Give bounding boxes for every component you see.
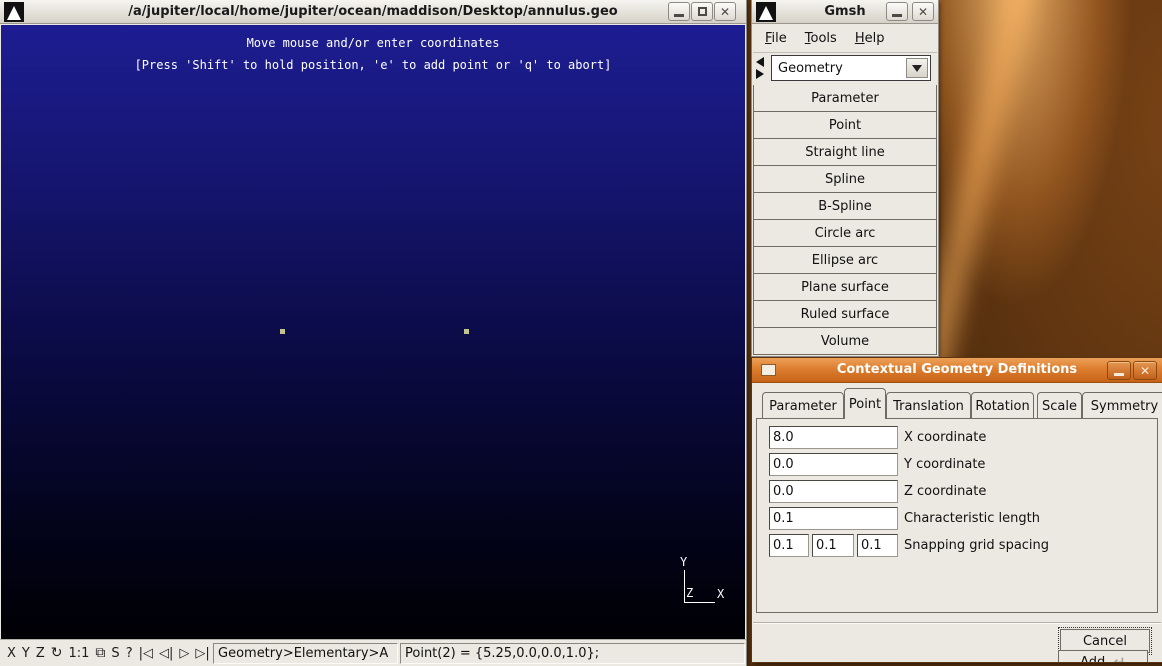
close-icon: ✕ xyxy=(918,6,928,18)
anim-play-icon[interactable]: ▷ xyxy=(179,646,189,661)
help-button[interactable]: ? xyxy=(126,646,133,661)
chevron-down-icon xyxy=(912,65,922,72)
canvas-hint-line1: Move mouse and/or enter coordinates xyxy=(1,36,745,50)
statusbar: X Y Z ↻ 1:1 ⧉ S ? |◁ ◁| ▷ ▷| Geometry>El… xyxy=(0,639,746,666)
view-z-button[interactable]: Z xyxy=(36,646,45,661)
minimize-button[interactable] xyxy=(886,2,908,21)
one-to-one-button[interactable]: 1:1 xyxy=(69,646,90,661)
context-window-titlebar[interactable]: Contextual Geometry Definitions ✕ xyxy=(752,358,1162,383)
axis-x-label: X xyxy=(717,587,724,601)
tab-rotation[interactable]: Rotation xyxy=(971,392,1034,419)
tab-point[interactable]: Point xyxy=(844,388,886,419)
button-plane-surface[interactable]: Plane surface xyxy=(753,274,937,301)
module-dropdown[interactable]: Geometry xyxy=(771,55,931,81)
statusbar-message-field: Point(2) = {5.25,0.0,0.0,1.0}; xyxy=(400,643,745,664)
tab-translation[interactable]: Translation xyxy=(886,392,971,419)
dropdown-button[interactable] xyxy=(906,58,928,78)
projection-cube-icon[interactable]: ⧉ xyxy=(95,645,105,661)
rotate-view-icon[interactable]: ↻ xyxy=(51,645,63,661)
close-icon: ✕ xyxy=(720,6,730,18)
cancel-button-label: Cancel xyxy=(1083,634,1127,649)
characteristic-length-input[interactable] xyxy=(769,507,898,530)
contextual-geometry-window: Contextual Geometry Definitions ✕ Parame… xyxy=(752,358,1162,662)
z-coordinate-input[interactable] xyxy=(769,480,898,503)
divider xyxy=(753,622,1161,624)
snapping-grid-label: Snapping grid spacing xyxy=(904,538,1049,553)
point-tab-panel: X coordinate Y coordinate Z coordinate C… xyxy=(756,418,1158,613)
prev-module-icon[interactable] xyxy=(756,57,764,67)
close-button[interactable]: ✕ xyxy=(1133,361,1157,380)
module-selector-row: Geometry xyxy=(753,53,937,84)
button-circle-arc[interactable]: Circle arc xyxy=(753,220,937,247)
button-volume[interactable]: Volume xyxy=(753,328,937,355)
snap-y-input[interactable] xyxy=(812,534,854,557)
button-point[interactable]: Point xyxy=(753,112,937,139)
maximize-button[interactable] xyxy=(691,2,713,21)
main-graphics-window: /a/jupiter/local/home/jupiter/ocean/madd… xyxy=(0,0,746,666)
menu-file[interactable]: File xyxy=(765,31,787,46)
gmsh-window-titlebar[interactable]: Gmsh ✕ xyxy=(752,0,938,24)
characteristic-length-label: Characteristic length xyxy=(904,511,1040,526)
axis-x-line xyxy=(684,602,715,603)
close-button[interactable]: ✕ xyxy=(714,2,736,21)
geometry-point[interactable] xyxy=(464,329,469,334)
main-window-titlebar[interactable]: /a/jupiter/local/home/jupiter/ocean/madd… xyxy=(0,0,746,24)
button-ellipse-arc[interactable]: Ellipse arc xyxy=(753,247,937,274)
close-icon: ✕ xyxy=(1140,365,1150,377)
axis-y-label: Y xyxy=(680,555,687,569)
minimize-button[interactable] xyxy=(668,2,690,21)
minimize-button[interactable] xyxy=(1107,361,1131,380)
snap-z-input[interactable] xyxy=(857,534,898,557)
tab-symmetry[interactable]: Symmetry xyxy=(1082,392,1162,419)
main-window-title: /a/jupiter/local/home/jupiter/ocean/madd… xyxy=(0,4,746,19)
button-straight-line[interactable]: Straight line xyxy=(753,139,937,166)
minimize-icon xyxy=(892,14,902,17)
module-dropdown-value: Geometry xyxy=(778,61,843,76)
geometry-point[interactable] xyxy=(280,329,285,334)
module-prev-next-arrows[interactable] xyxy=(756,57,768,81)
view-x-button[interactable]: X xyxy=(7,646,16,661)
statusbar-mode-field: Geometry>Elementary>A xyxy=(213,643,398,664)
gmsh-menu-window: Gmsh ✕ File Tools Help Geometry Paramete… xyxy=(752,0,938,356)
menubar: File Tools Help xyxy=(753,25,937,53)
snap-x-input[interactable] xyxy=(769,534,809,557)
y-coordinate-label: Y coordinate xyxy=(904,457,985,472)
anim-first-icon[interactable]: |◁ xyxy=(139,646,153,661)
button-ruled-surface[interactable]: Ruled surface xyxy=(753,301,937,328)
x-coordinate-label: X coordinate xyxy=(904,430,986,445)
menu-help[interactable]: Help xyxy=(855,31,885,46)
close-button[interactable]: ✕ xyxy=(912,2,934,21)
y-coordinate-input[interactable] xyxy=(769,453,898,476)
shading-button[interactable]: S xyxy=(111,646,119,661)
anim-prev-icon[interactable]: ◁| xyxy=(159,646,173,661)
add-button[interactable]: Add ↵ xyxy=(1058,650,1148,662)
tab-parameter[interactable]: Parameter xyxy=(762,392,844,419)
context-window-title: Contextual Geometry Definitions xyxy=(752,362,1162,377)
opengl-canvas[interactable]: Move mouse and/or enter coordinates [Pre… xyxy=(1,25,745,639)
canvas-hint-line2: [Press 'Shift' to hold position, 'e' to … xyxy=(1,58,745,72)
minimize-icon xyxy=(1114,373,1124,376)
axis-y-line xyxy=(684,570,685,602)
add-button-label: Add xyxy=(1080,655,1105,663)
z-coordinate-label: Z coordinate xyxy=(904,484,986,499)
axis-z-label: Z xyxy=(686,586,693,600)
button-parameter[interactable]: Parameter xyxy=(753,85,937,112)
minimize-icon xyxy=(674,14,684,17)
maximize-icon xyxy=(698,7,707,16)
gmsh-window-title: Gmsh xyxy=(752,4,938,19)
menu-tools[interactable]: Tools xyxy=(805,31,837,46)
enter-key-icon: ↵ xyxy=(1113,653,1126,662)
view-y-button[interactable]: Y xyxy=(22,646,30,661)
button-spline[interactable]: Spline xyxy=(753,166,937,193)
button-b-spline[interactable]: B-Spline xyxy=(753,193,937,220)
anim-next-icon[interactable]: ▷| xyxy=(195,646,209,661)
next-module-icon[interactable] xyxy=(756,69,764,79)
tab-scale[interactable]: Scale xyxy=(1037,392,1082,419)
x-coordinate-input[interactable] xyxy=(769,426,898,449)
